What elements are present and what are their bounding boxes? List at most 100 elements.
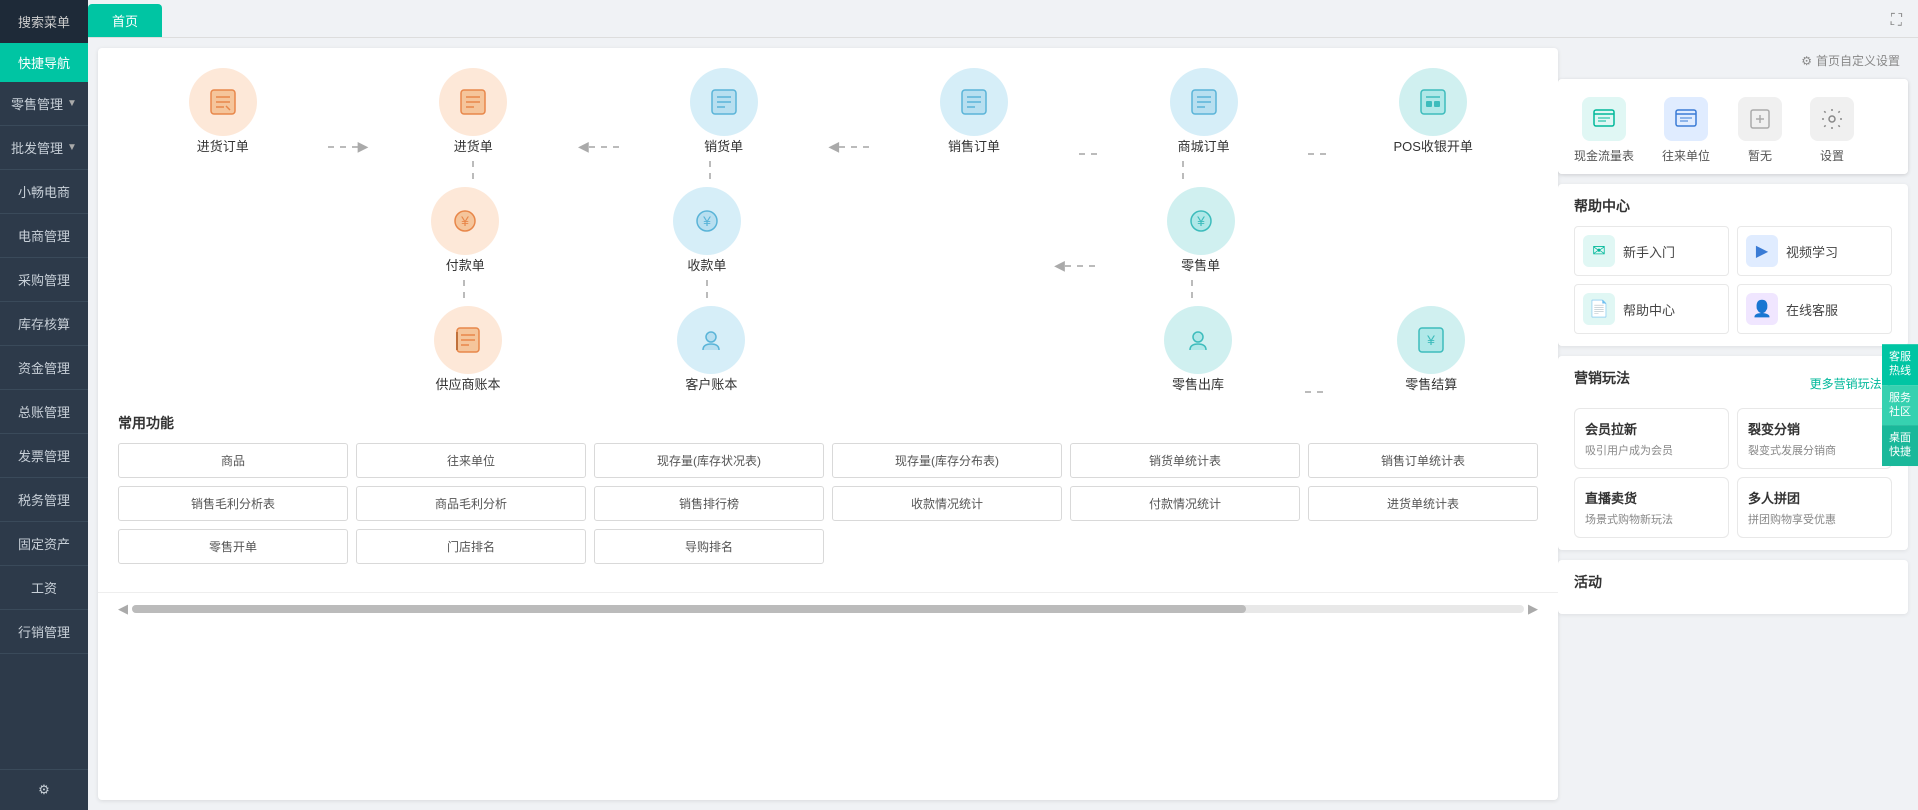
sidebar-item-ledger[interactable]: 总账管理 bbox=[0, 390, 88, 434]
retail-settle-icon[interactable]: ¥ bbox=[1397, 306, 1465, 374]
retail-icon[interactable]: ¥ bbox=[1167, 187, 1235, 255]
func-btn-goods-profit[interactable]: 商品毛利分析 bbox=[356, 486, 586, 521]
retail-label: 零售单 bbox=[1181, 255, 1220, 274]
help-center-title: 帮助中心 bbox=[1574, 196, 1892, 216]
gear-icon: ⚙ bbox=[1801, 54, 1812, 68]
func-btn-store-rank[interactable]: 门店排名 bbox=[356, 529, 586, 564]
func-btn-retail-order[interactable]: 零售开单 bbox=[118, 529, 348, 564]
mall-order-icon[interactable] bbox=[1170, 68, 1238, 136]
arrow-r3-4 bbox=[1061, 369, 1091, 393]
sidebar-item-invoice[interactable]: 发票管理 bbox=[0, 434, 88, 478]
func-btn-guide-rank[interactable]: 导购排名 bbox=[594, 529, 824, 564]
retail-out-icon[interactable] bbox=[1164, 306, 1232, 374]
func-btn-partner[interactable]: 往来单位 bbox=[356, 443, 586, 478]
help-item-video[interactable]: ▶ 视频学习 bbox=[1737, 226, 1892, 276]
purchase-icon[interactable] bbox=[439, 68, 507, 136]
arrow-4 bbox=[1079, 129, 1099, 155]
sidebar-item-assets[interactable]: 固定资产 bbox=[0, 522, 88, 566]
func-btn-goods[interactable]: 商品 bbox=[118, 443, 348, 478]
marketing-item-member[interactable]: 会员拉新 吸引用户成为会员 bbox=[1574, 408, 1729, 469]
flow-node-receipt: ¥ 收款单 bbox=[601, 187, 813, 274]
receipt-label: 收款单 bbox=[687, 255, 726, 274]
help-center-card: 帮助中心 ✉ 新手入门 ▶ 视频学习 📄 帮助中心 👤 bbox=[1558, 184, 1908, 346]
main-area: 首页 ⛶ 进货订单 ▶ bbox=[88, 0, 1918, 810]
video-label: 视频学习 bbox=[1786, 242, 1838, 261]
sidebar-nav-header: 快捷导航 bbox=[0, 43, 88, 82]
sidebar-item-inventory[interactable]: 库存核算 bbox=[0, 302, 88, 346]
func-btn-receipt-stat[interactable]: 收款情况统计 bbox=[832, 486, 1062, 521]
flow-node-pos: POS收银开单 bbox=[1328, 68, 1538, 155]
scroll-right-button[interactable]: ▶ bbox=[1528, 601, 1538, 617]
shortcut-settings[interactable]: 设置 bbox=[1802, 87, 1862, 174]
sale-icon[interactable] bbox=[690, 68, 758, 136]
newbie-icon: ✉ bbox=[1583, 235, 1615, 267]
sidebar-item-wholesale[interactable]: 批发管理 ▼ bbox=[0, 126, 88, 170]
help-item-help[interactable]: 📄 帮助中心 bbox=[1574, 284, 1729, 334]
scroll-left-button[interactable]: ◀ bbox=[118, 601, 128, 617]
scroll-thumb[interactable] bbox=[132, 605, 1246, 613]
shortcut-partner[interactable]: 往来单位 bbox=[1654, 87, 1718, 174]
video-icon: ▶ bbox=[1746, 235, 1778, 267]
tab-home[interactable]: 首页 bbox=[88, 4, 162, 37]
func-btn-sale-profit[interactable]: 销售毛利分析表 bbox=[118, 486, 348, 521]
live-desc: 场景式购物新玩法 bbox=[1585, 511, 1718, 527]
customer-ledger-icon[interactable] bbox=[677, 306, 745, 374]
supplier-ledger-label: 供应商账本 bbox=[435, 374, 500, 393]
sidebar-item-tax[interactable]: 税务管理 bbox=[0, 478, 88, 522]
func-btn-stock1[interactable]: 现存量(库存状况表) bbox=[594, 443, 824, 478]
shortcut-none[interactable]: 暂无 bbox=[1730, 87, 1790, 174]
marketing-item-group[interactable]: 多人拼团 拼团购物享受优惠 bbox=[1737, 477, 1892, 538]
right-panel: ⚙ 首页自定义设置 现金流量表 往来单位 bbox=[1558, 38, 1918, 810]
flow-node-customer-ledger: 客户账本 bbox=[605, 306, 818, 393]
flow-node-retail-settle: ¥ 零售结算 bbox=[1325, 306, 1538, 393]
svg-text:¥: ¥ bbox=[1196, 213, 1205, 229]
help-item-newbie[interactable]: ✉ 新手入门 bbox=[1574, 226, 1729, 276]
group-title: 多人拼团 bbox=[1748, 488, 1881, 507]
tab-bar: 首页 ⛶ bbox=[88, 0, 1918, 38]
marketing-item-fission[interactable]: 裂变分销 裂变式发展分销商 bbox=[1737, 408, 1892, 469]
func-btn-payment-stat[interactable]: 付款情况统计 bbox=[1070, 486, 1300, 521]
marketing-item-live[interactable]: 直播卖货 场景式购物新玩法 bbox=[1574, 477, 1729, 538]
sidebar-settings-button[interactable]: ⚙ bbox=[0, 769, 88, 810]
left-panel: 进货订单 ▶ 进货单 bbox=[98, 48, 1558, 800]
help-item-service[interactable]: 👤 在线客服 bbox=[1737, 284, 1892, 334]
sale-order-label: 销售订单 bbox=[948, 136, 1000, 155]
arrow-right-retail: ◀ bbox=[1054, 233, 1095, 274]
pos-icon[interactable] bbox=[1399, 68, 1467, 136]
sidebar-item-purchase[interactable]: 采购管理 bbox=[0, 258, 88, 302]
sidebar-item-finance[interactable]: 资金管理 bbox=[0, 346, 88, 390]
help-label: 帮助中心 bbox=[1623, 300, 1675, 319]
group-desc: 拼团购物享受优惠 bbox=[1748, 511, 1881, 527]
shortcut-cashflow[interactable]: 现金流量表 bbox=[1566, 87, 1642, 174]
arrow-spacer2 bbox=[571, 250, 601, 274]
func-btn-sale-rank[interactable]: 销售排行榜 bbox=[594, 486, 824, 521]
func-grid-row2: 销售毛利分析表 商品毛利分析 销售排行榜 收款情况统计 付款情况统计 进货单统计… bbox=[118, 486, 1538, 521]
func-btn-purchase-stat[interactable]: 进货单统计表 bbox=[1308, 486, 1538, 521]
sidebar-item-marketing-mgmt[interactable]: 行销管理 bbox=[0, 610, 88, 654]
purchase-order-icon[interactable] bbox=[189, 68, 257, 136]
home-settings-bar[interactable]: ⚙ 首页自定义设置 bbox=[1558, 48, 1908, 69]
sidebar-item-retail[interactable]: 零售管理 ▼ bbox=[0, 82, 88, 126]
payment-icon[interactable]: ¥ bbox=[431, 187, 499, 255]
expand-icon[interactable]: ⛶ bbox=[1883, 8, 1910, 34]
shortcuts-row: 现金流量表 往来单位 暂无 bbox=[1558, 79, 1908, 174]
sidebar-search-button[interactable]: 搜索菜单 bbox=[0, 0, 88, 43]
arrow-r3-5 bbox=[1305, 367, 1325, 393]
func-btn-stock2[interactable]: 现存量(库存分布表) bbox=[832, 443, 1062, 478]
more-marketing-link[interactable]: 更多营销玩法 > bbox=[1810, 375, 1892, 392]
sidebar-item-ecommerce-small[interactable]: 小畅电商 bbox=[0, 170, 88, 214]
scroll-track[interactable] bbox=[132, 605, 1524, 613]
sidebar-item-salary[interactable]: 工资 bbox=[0, 566, 88, 610]
cashflow-label: 现金流量表 bbox=[1574, 147, 1634, 164]
sidebar-item-ecommerce-mgmt[interactable]: 电商管理 bbox=[0, 214, 88, 258]
arrow-down-retail bbox=[1191, 280, 1193, 300]
supplier-ledger-icon[interactable] bbox=[434, 306, 502, 374]
receipt-icon[interactable]: ¥ bbox=[673, 187, 741, 255]
float-btn-community[interactable]: 服务社区 bbox=[1882, 385, 1918, 426]
func-btn-sale-order-stat[interactable]: 销售订单统计表 bbox=[1308, 443, 1538, 478]
float-btn-service[interactable]: 客服热线 bbox=[1882, 344, 1918, 385]
func-btn-sale-stat[interactable]: 销货单统计表 bbox=[1070, 443, 1300, 478]
float-btn-desktop[interactable]: 桌面快捷 bbox=[1882, 425, 1918, 466]
sale-order-icon[interactable] bbox=[940, 68, 1008, 136]
live-title: 直播卖货 bbox=[1585, 488, 1718, 507]
